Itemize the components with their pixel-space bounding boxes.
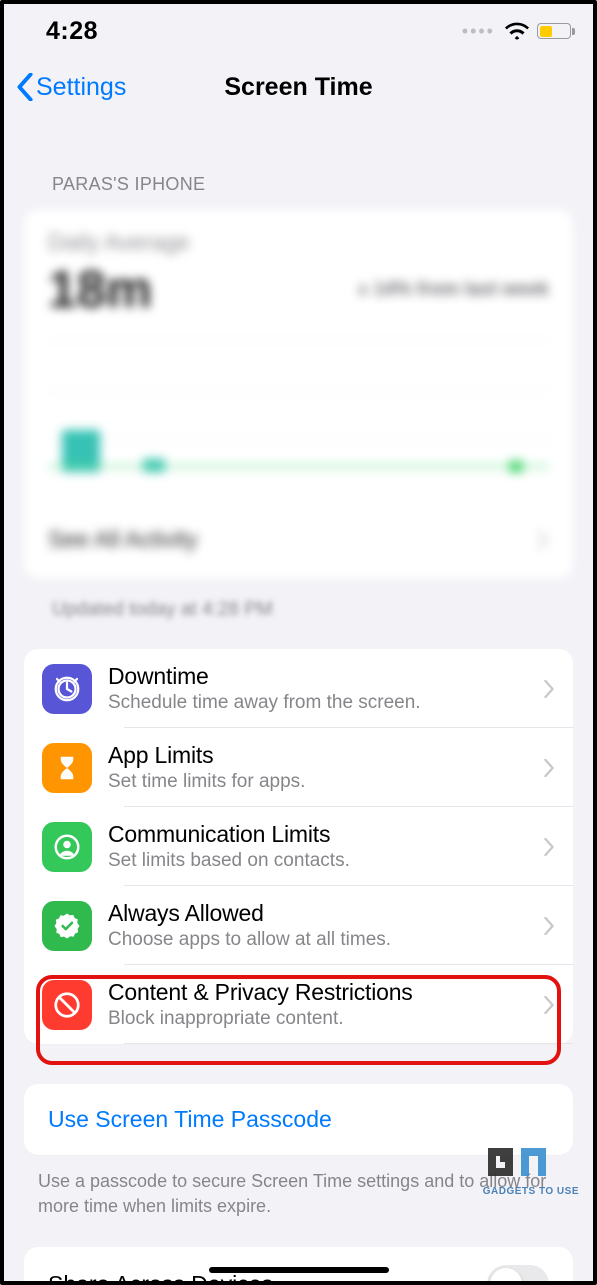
wifi-icon [505,22,529,40]
row-subtitle: Set limits based on contacts. [108,850,527,872]
usage-chart [48,340,549,490]
row-title: Always Allowed [108,900,527,927]
chevron-right-icon [537,531,549,549]
row-subtitle: Block inappropriate content. [108,1008,527,1030]
cellular-dots-icon: •••• [462,21,495,42]
page-title: Screen Time [224,73,372,102]
row-subtitle: Set time limits for apps. [108,771,527,793]
chevron-right-icon [543,917,555,935]
chevron-right-icon [543,838,555,856]
home-indicator[interactable] [209,1267,389,1273]
down-arrow-icon [356,283,370,297]
chevron-left-icon [16,73,34,101]
share-toggle[interactable] [487,1265,549,1281]
share-across-devices-row[interactable]: Share Across Devices [24,1247,573,1281]
battery-icon [537,23,571,39]
communication-limits-row[interactable]: Communication LimitsSet limits based on … [24,807,573,886]
nav-bar: Settings Screen Time [4,58,593,116]
settings-list: DowntimeSchedule time away from the scre… [24,649,573,1044]
row-subtitle: Schedule time away from the screen. [108,692,527,714]
contact-icon [42,822,92,872]
back-label: Settings [36,73,126,102]
status-time: 4:28 [46,17,98,46]
back-button[interactable]: Settings [16,73,126,102]
daily-average-label: Daily Average [48,229,549,256]
no-entry-icon [42,980,92,1030]
row-subtitle: Choose apps to allow at all times. [108,929,527,951]
row-title: Downtime [108,663,527,690]
row-title: Content & Privacy Restrictions [108,979,527,1006]
downtime-row[interactable]: DowntimeSchedule time away from the scre… [24,649,573,728]
chevron-right-icon [543,680,555,698]
downtime-icon [42,664,92,714]
usage-summary-card[interactable]: Daily Average 18m 14% from last week See… [24,209,573,579]
content-privacy-row[interactable]: Content & Privacy RestrictionsBlock inap… [24,965,573,1044]
device-section-label: PARAS'S IPHONE [4,116,593,209]
row-title: App Limits [108,742,527,769]
chevron-right-icon [543,759,555,777]
see-all-activity-link[interactable]: See All Activity [48,526,198,553]
hourglass-icon [42,743,92,793]
daily-average-value: 18m [48,260,152,320]
updated-text: Updated today at 4:28 PM [4,579,593,649]
pct-change: 14% from last week [356,279,549,301]
watermark-logo: GADGETS TO USE [483,1140,579,1197]
checkmark-seal-icon [42,901,92,951]
row-title: Communication Limits [108,821,527,848]
always-allowed-row[interactable]: Always AllowedChoose apps to allow at al… [24,886,573,965]
chevron-right-icon [543,996,555,1014]
status-icons: •••• [462,21,571,42]
app-limits-row[interactable]: App LimitsSet time limits for apps. [24,728,573,807]
use-passcode-link[interactable]: Use Screen Time Passcode [48,1106,549,1133]
